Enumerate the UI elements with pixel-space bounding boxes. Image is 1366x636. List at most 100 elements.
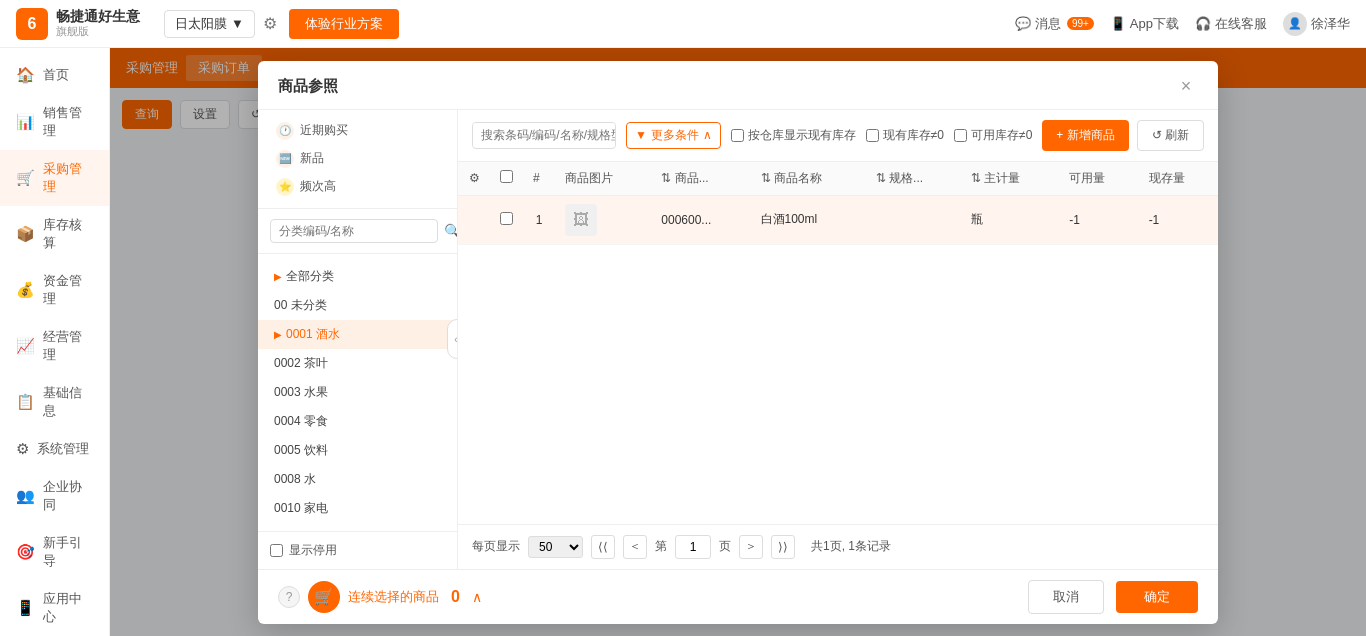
page-info: 共1页, 1条记录 <box>811 538 891 555</box>
gear-icon[interactable]: ⚙ <box>263 14 277 33</box>
cart-count: 0 <box>451 588 460 606</box>
sidebar-item-inventory[interactable]: 📦 库存核算 <box>0 206 109 262</box>
pagination: 每页显示 50 10 20 100 ⟨⟨ ＜ 第 页 <box>458 524 1218 569</box>
category-panel: 🕐 近期购买 🆕 新品 ⭐ 频次高 <box>258 110 458 569</box>
dialog-footer: ? 🛒 连续选择的商品 0 ∧ 取消 确定 <box>258 569 1218 624</box>
cat-quick-freq[interactable]: ⭐ 频次高 <box>270 174 445 200</box>
msg-badge: 99+ <box>1067 17 1094 30</box>
cat-quick-new[interactable]: 🆕 新品 <box>270 146 445 172</box>
cat-item-00[interactable]: 00 未分类 <box>258 291 457 320</box>
product-search-input[interactable] <box>473 123 616 147</box>
td-num: 1 <box>523 195 555 244</box>
sidebar-item-basic[interactable]: 📋 基础信息 <box>0 374 109 430</box>
dialog-body: 🕐 近期购买 🆕 新品 ⭐ 频次高 <box>258 110 1218 569</box>
sidebar: 🏠 首页 📊 销售管理 🛒 采购管理 📦 库存核算 💰 资金管理 📈 经营管理 … <box>0 48 110 636</box>
sidebar-item-appstore[interactable]: 📱 应用中心 <box>0 580 109 636</box>
th-available: 可用量 <box>1059 162 1138 196</box>
cat-item-0003[interactable]: 0003 水果 <box>258 378 457 407</box>
warehouse-checkbox[interactable] <box>731 129 744 142</box>
page-unit-text: 页 <box>719 538 731 555</box>
app-download-item[interactable]: 📱 App下载 <box>1110 15 1179 33</box>
add-product-button[interactable]: + 新增商品 <box>1042 120 1128 151</box>
cat-list: ▶ 全部分类 00 未分类 ▶ 0001 酒水 0002 茶 <box>258 254 457 531</box>
freq-icon: ⭐ <box>276 178 294 196</box>
cat-search-input[interactable] <box>270 219 438 243</box>
dialog-title: 商品参照 <box>278 77 338 96</box>
page-next-btn[interactable]: ＞ <box>739 535 763 559</box>
cat-item-0008[interactable]: 0008 水 <box>258 465 457 494</box>
inventory-icon: 📦 <box>16 225 35 243</box>
sidebar-item-purchase[interactable]: 🛒 采购管理 <box>0 150 109 206</box>
sidebar-item-ops[interactable]: 📈 经营管理 <box>0 318 109 374</box>
sort-name-icon: ⇅ <box>761 171 771 185</box>
page-last-btn[interactable]: ⟩⟩ <box>771 535 795 559</box>
select-all-checkbox[interactable] <box>500 170 513 183</box>
content-panel: 🔍 ▼ 更多条件 ∧ 按仓库显示现有库存 <box>458 110 1218 569</box>
th-settings[interactable]: ⚙ <box>458 162 490 196</box>
check-usable-ne0[interactable]: 可用库存≠0 <box>954 127 1032 144</box>
td-spec <box>866 195 961 244</box>
sidebar-item-finance[interactable]: 💰 资金管理 <box>0 262 109 318</box>
logo-text: 畅捷通好生意 <box>56 8 140 25</box>
cart-icon[interactable]: 🛒 <box>308 581 340 613</box>
cat-item-0010[interactable]: 0010 家电 <box>258 494 457 523</box>
th-spec[interactable]: ⇅ 规格... <box>866 162 961 196</box>
msg-icon: 💬 <box>1015 16 1031 31</box>
per-page-select[interactable]: 50 10 20 100 <box>528 536 583 558</box>
sidebar-item-collab[interactable]: 👥 企业协同 <box>0 468 109 524</box>
th-name[interactable]: ⇅ 商品名称 <box>751 162 866 196</box>
page-prev-btn[interactable]: ＜ <box>623 535 647 559</box>
user-item[interactable]: 👤 徐泽华 <box>1283 12 1350 36</box>
th-code[interactable]: ⇅ 商品... <box>651 162 750 196</box>
cat-item-0005[interactable]: 0005 饮料 <box>258 436 457 465</box>
exp-btn[interactable]: 体验行业方案 <box>289 9 399 39</box>
help-icon[interactable]: ? <box>278 586 300 608</box>
cat-item-all[interactable]: ▶ 全部分类 <box>258 262 457 291</box>
logo-sub: 旗舰版 <box>56 24 140 39</box>
check-by-warehouse[interactable]: 按仓库显示现有库存 <box>731 127 856 144</box>
cancel-button[interactable]: 取消 <box>1028 580 1104 614</box>
dialog-close-button[interactable]: × <box>1174 75 1198 99</box>
purchase-icon: 🛒 <box>16 169 35 187</box>
confirm-button[interactable]: 确定 <box>1116 581 1198 613</box>
refresh-button[interactable]: ↺ 刷新 <box>1137 120 1204 151</box>
headset-icon: 🎧 <box>1195 16 1211 31</box>
td-stock: -1 <box>1139 195 1218 244</box>
msg-item[interactable]: 💬 消息 99+ <box>1015 15 1094 33</box>
sidebar-item-guide[interactable]: 🎯 新手引导 <box>0 524 109 580</box>
cart-collapse-icon[interactable]: ∧ <box>472 589 482 605</box>
table-row[interactable]: 1 🖼 000600... 白酒100ml <box>458 195 1218 244</box>
user-avatar: 👤 <box>1283 12 1307 36</box>
show-disabled-checkbox[interactable] <box>270 544 283 557</box>
top-nav: 6 畅捷通好生意 旗舰版 日太阳膜 ▼ ⚙ 体验行业方案 💬 消息 99+ 📱 … <box>0 0 1366 48</box>
page-label-text: 第 <box>655 538 667 555</box>
td-name: 白酒100ml <box>751 195 866 244</box>
row-checkbox[interactable] <box>500 212 513 225</box>
cat-quick-recent[interactable]: 🕐 近期购买 <box>270 118 445 144</box>
sort-unit-icon: ⇅ <box>971 171 981 185</box>
cat-item-0004[interactable]: 0004 零食 <box>258 407 457 436</box>
page-number-input[interactable] <box>675 535 711 559</box>
table-area: ⚙ # 商品图片 ⇅ 商品... <box>458 162 1218 524</box>
sidebar-item-home[interactable]: 🏠 首页 <box>0 56 109 94</box>
app-icon: 📱 <box>1110 16 1126 31</box>
modal-backdrop[interactable]: 商品参照 × 🕐 近期购买 🆕 <box>110 48 1366 636</box>
available-ne0-checkbox[interactable] <box>866 129 879 142</box>
sidebar-item-sys[interactable]: ⚙ 系统管理 <box>0 430 109 468</box>
check-available-ne0[interactable]: 现有库存≠0 <box>866 127 944 144</box>
sidebar-item-sales[interactable]: 📊 销售管理 <box>0 94 109 150</box>
cat-item-0001[interactable]: ▶ 0001 酒水 <box>258 320 457 349</box>
cat-search-icon[interactable]: 🔍 <box>444 223 458 239</box>
filter-more-btn[interactable]: ▼ 更多条件 ∧ <box>626 122 721 149</box>
service-item[interactable]: 🎧 在线客服 <box>1195 15 1267 33</box>
cat-item-0002[interactable]: 0002 茶叶 <box>258 349 457 378</box>
th-unit[interactable]: ⇅ 主计量 <box>961 162 1059 196</box>
nav-selector[interactable]: 日太阳膜 ▼ <box>164 10 255 38</box>
cat-quick-items: 🕐 近期购买 🆕 新品 ⭐ 频次高 <box>258 110 457 209</box>
td-checkbox[interactable] <box>490 195 523 244</box>
th-stock: 现存量 <box>1139 162 1218 196</box>
cat-search: 🔍 <box>258 209 457 254</box>
page-first-btn[interactable]: ⟨⟨ <box>591 535 615 559</box>
cat-collapse-btn[interactable]: « <box>447 319 458 359</box>
usable-ne0-checkbox[interactable] <box>954 129 967 142</box>
